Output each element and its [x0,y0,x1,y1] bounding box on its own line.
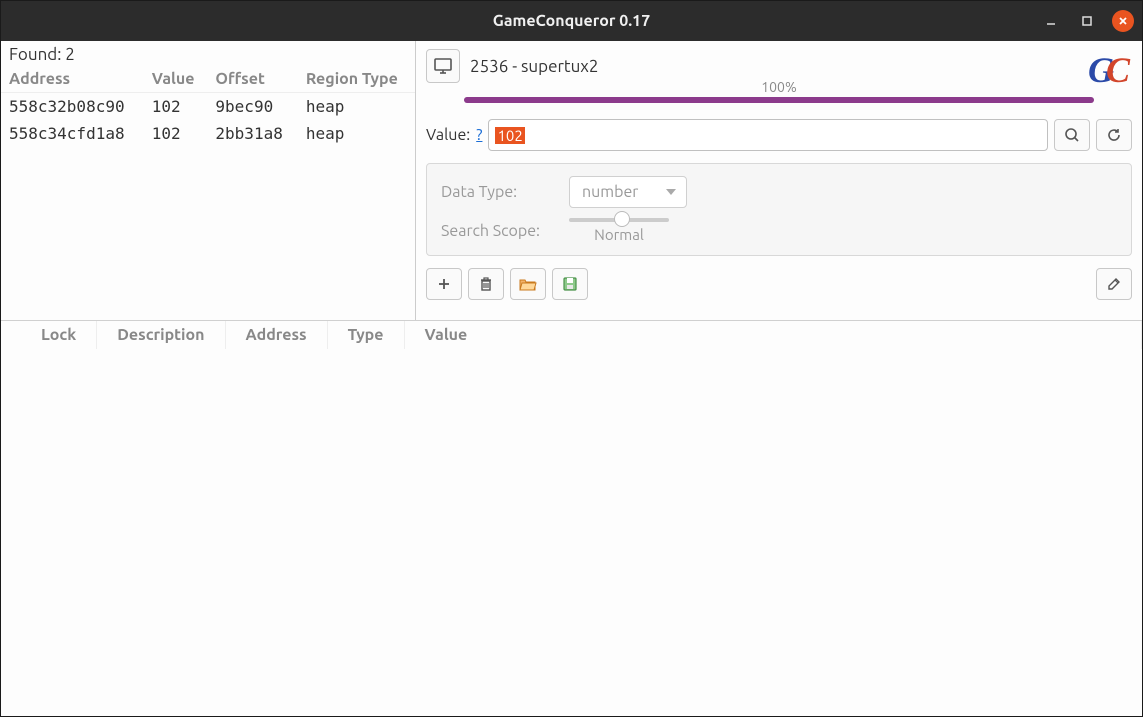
data-type-label: Data Type: [441,183,551,201]
data-type-dropdown[interactable]: number [569,176,687,208]
pencil-icon [1106,276,1122,292]
col-address[interactable]: Address [1,66,144,93]
plus-icon [437,277,451,291]
save-icon [562,276,578,292]
window-controls [1040,10,1134,32]
monitor-icon [433,57,453,75]
data-type-value: number [582,183,638,201]
value-input[interactable]: 102 [488,119,1048,151]
options-box: Data Type: number Search Scope: Normal [426,163,1132,256]
table-row[interactable]: 558c32b08c90 102 9bec90 heap [1,93,415,121]
found-count-label: Found: 2 [1,43,415,66]
progress-text: 100% [761,79,796,95]
progress-fill [464,97,1094,103]
memory-editor-button[interactable] [1096,268,1132,300]
trash-icon [479,276,493,292]
top-row: Found: 2 Address Value Offset Region Typ… [1,41,1142,321]
help-link[interactable]: ? [476,126,482,144]
search-scope-value: Normal [594,226,644,243]
cheat-toolbar [426,268,1132,300]
close-button[interactable] [1112,10,1134,32]
minimize-button[interactable] [1040,10,1062,32]
cell-value: 102 [144,120,208,147]
app-logo: GC [1088,49,1130,91]
cheat-list-pane: Lock Description Address Type Value [1,321,1142,716]
app-body: Found: 2 Address Value Offset Region Typ… [1,41,1142,716]
save-cheat-button[interactable] [552,268,588,300]
search-scope-slider[interactable] [569,218,669,222]
cell-value: 102 [144,93,208,121]
refresh-icon [1106,127,1122,143]
slider-thumb[interactable] [614,211,630,227]
titlebar: GameConqueror 0.17 [1,1,1142,41]
cell-address: 558c32b08c90 [1,93,144,121]
search-pane: GC 2536 - supertux2 100% Value: ? 102 [416,41,1142,320]
folder-open-icon [519,277,537,291]
process-row: 2536 - supertux2 [426,49,1132,83]
data-type-row: Data Type: number [441,176,1117,208]
value-input-text: 102 [495,127,524,144]
search-button[interactable] [1054,119,1090,151]
table-row[interactable]: 558c34cfd1a8 102 2bb31a8 heap [1,120,415,147]
cell-offset: 2bb31a8 [207,120,297,147]
add-cheat-button[interactable] [426,268,462,300]
col-value[interactable]: Value [144,66,208,93]
remove-cheat-button[interactable] [468,268,504,300]
window-title: GameConqueror 0.17 [493,12,650,30]
col-offset[interactable]: Offset [207,66,297,93]
results-table[interactable]: Address Value Offset Region Type 558c32b… [1,66,415,147]
col-address[interactable]: Address [225,321,327,349]
col-type[interactable]: Type [327,321,404,349]
value-label: Value: [426,126,470,144]
select-process-button[interactable] [426,49,460,83]
cell-region: heap [298,120,415,147]
cell-offset: 9bec90 [207,93,297,121]
process-name: 2536 - supertux2 [470,57,598,76]
results-pane: Found: 2 Address Value Offset Region Typ… [1,41,416,320]
progress-bar [464,97,1094,103]
search-icon [1064,127,1080,143]
reset-button[interactable] [1096,119,1132,151]
search-scope-label: Search Scope: [441,222,551,240]
maximize-button[interactable] [1076,10,1098,32]
col-region[interactable]: Region Type [298,66,415,93]
search-scope-row: Search Scope: Normal [441,218,1117,243]
progress-wrap: 100% [426,97,1132,103]
open-cheat-button[interactable] [510,268,546,300]
col-value[interactable]: Value [404,321,1142,349]
col-description[interactable]: Description [97,321,225,349]
cell-address: 558c34cfd1a8 [1,120,144,147]
cheat-table[interactable]: Lock Description Address Type Value [1,321,1142,349]
col-lock[interactable]: Lock [1,321,97,349]
value-row: Value: ? 102 [426,119,1132,151]
cell-region: heap [298,93,415,121]
